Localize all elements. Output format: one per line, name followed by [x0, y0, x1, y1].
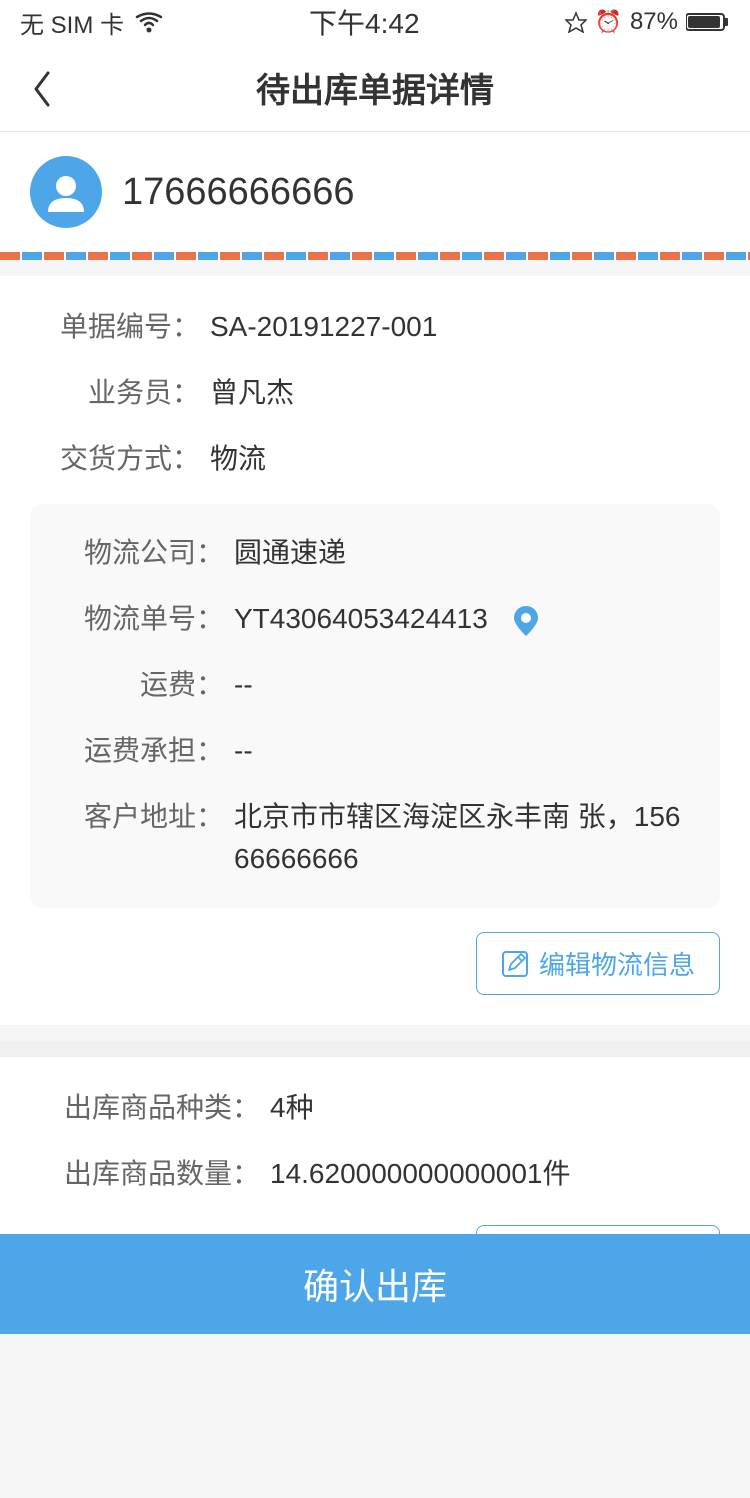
doc-number-value: SA-20191227-001 — [210, 306, 720, 348]
basic-info-section: 单据编号： SA-20191227-001 业务员： 曾凡杰 交货方式： 物流 … — [0, 276, 750, 1025]
sales-rep-label: 业务员： — [30, 372, 200, 414]
logistics-tracking-value: YT43064053424413 — [234, 598, 696, 640]
dashed-divider — [0, 252, 750, 260]
customer-phone: 17666666666 — [122, 171, 354, 214]
edit-logistics-button[interactable]: 编辑物流信息 — [476, 932, 720, 995]
no-sim-label: 无 SIM 卡 — [20, 5, 124, 40]
goods-quantity-row: 出库商品数量： 14.620000000000001件 — [30, 1153, 720, 1195]
avatar — [30, 156, 102, 228]
status-bar: 无 SIM 卡 下午4:42 ⏰ 87% — [0, 0, 750, 44]
logistics-company-label: 物流公司： — [54, 532, 224, 574]
sales-rep-value: 曾凡杰 — [210, 372, 720, 414]
goods-type-value: 4种 — [270, 1087, 720, 1129]
confirm-label: 确认出库 — [303, 1258, 447, 1310]
sales-rep-row: 业务员： 曾凡杰 — [30, 372, 720, 414]
bottom-padding — [0, 1318, 750, 1498]
page-title: 待出库单据详情 — [256, 63, 494, 112]
logistics-tracking-label: 物流单号： — [54, 598, 224, 640]
customer-header: 17666666666 — [0, 132, 750, 252]
freight-row: 运费： -- — [54, 664, 696, 706]
edit-logistics-label: 编辑物流信息 — [539, 945, 695, 982]
freight-bearer-value: -- — [234, 730, 696, 772]
logistics-company-value: 圆通速递 — [234, 532, 696, 574]
freight-bearer-label: 运费承担： — [54, 730, 224, 772]
freight-value: -- — [234, 664, 696, 706]
address-label: 客户地址： — [54, 796, 224, 838]
status-time: 下午4:42 — [309, 2, 420, 42]
delivery-method-value: 物流 — [210, 438, 720, 480]
logistics-card: 物流公司： 圆通速递 物流单号： YT43064053424413 运费： --… — [30, 504, 720, 908]
alarm-icon: ⏰ — [595, 9, 622, 35]
location-active-icon — [565, 11, 587, 33]
gray-divider — [0, 1041, 750, 1057]
doc-number-row: 单据编号： SA-20191227-001 — [30, 306, 720, 348]
delivery-method-row: 交货方式： 物流 — [30, 438, 720, 480]
doc-number-label: 单据编号： — [30, 306, 200, 348]
back-button[interactable] — [30, 66, 54, 109]
status-left: 无 SIM 卡 — [20, 5, 164, 40]
freight-bearer-row: 运费承担： -- — [54, 730, 696, 772]
battery-icon — [686, 11, 730, 33]
logistics-tracking-row: 物流单号： YT43064053424413 — [54, 598, 696, 640]
user-icon — [44, 170, 88, 214]
wifi-icon — [134, 11, 164, 33]
goods-type-label: 出库商品种类： — [30, 1087, 260, 1129]
delivery-method-label: 交货方式： — [30, 438, 200, 480]
address-row: 客户地址： 北京市市辖区海淀区永丰南 张，156 66666666 — [54, 796, 696, 880]
status-right: ⏰ 87% — [565, 8, 730, 36]
address-value: 北京市市辖区海淀区永丰南 张，156 66666666 — [234, 796, 696, 880]
goods-quantity-value: 14.620000000000001件 — [270, 1153, 720, 1195]
nav-bar: 待出库单据详情 — [0, 44, 750, 132]
edit-icon — [501, 950, 529, 978]
battery-text: 87% — [630, 8, 678, 36]
location-pin-icon[interactable] — [508, 603, 544, 639]
goods-type-row: 出库商品种类： 4种 — [30, 1087, 720, 1129]
confirm-button[interactable]: 确认出库 — [0, 1234, 750, 1334]
edit-logistics-btn-area: 编辑物流信息 — [30, 932, 720, 995]
logistics-company-row: 物流公司： 圆通速递 — [54, 532, 696, 574]
freight-label: 运费： — [54, 664, 224, 706]
goods-quantity-label: 出库商品数量： — [30, 1153, 260, 1195]
